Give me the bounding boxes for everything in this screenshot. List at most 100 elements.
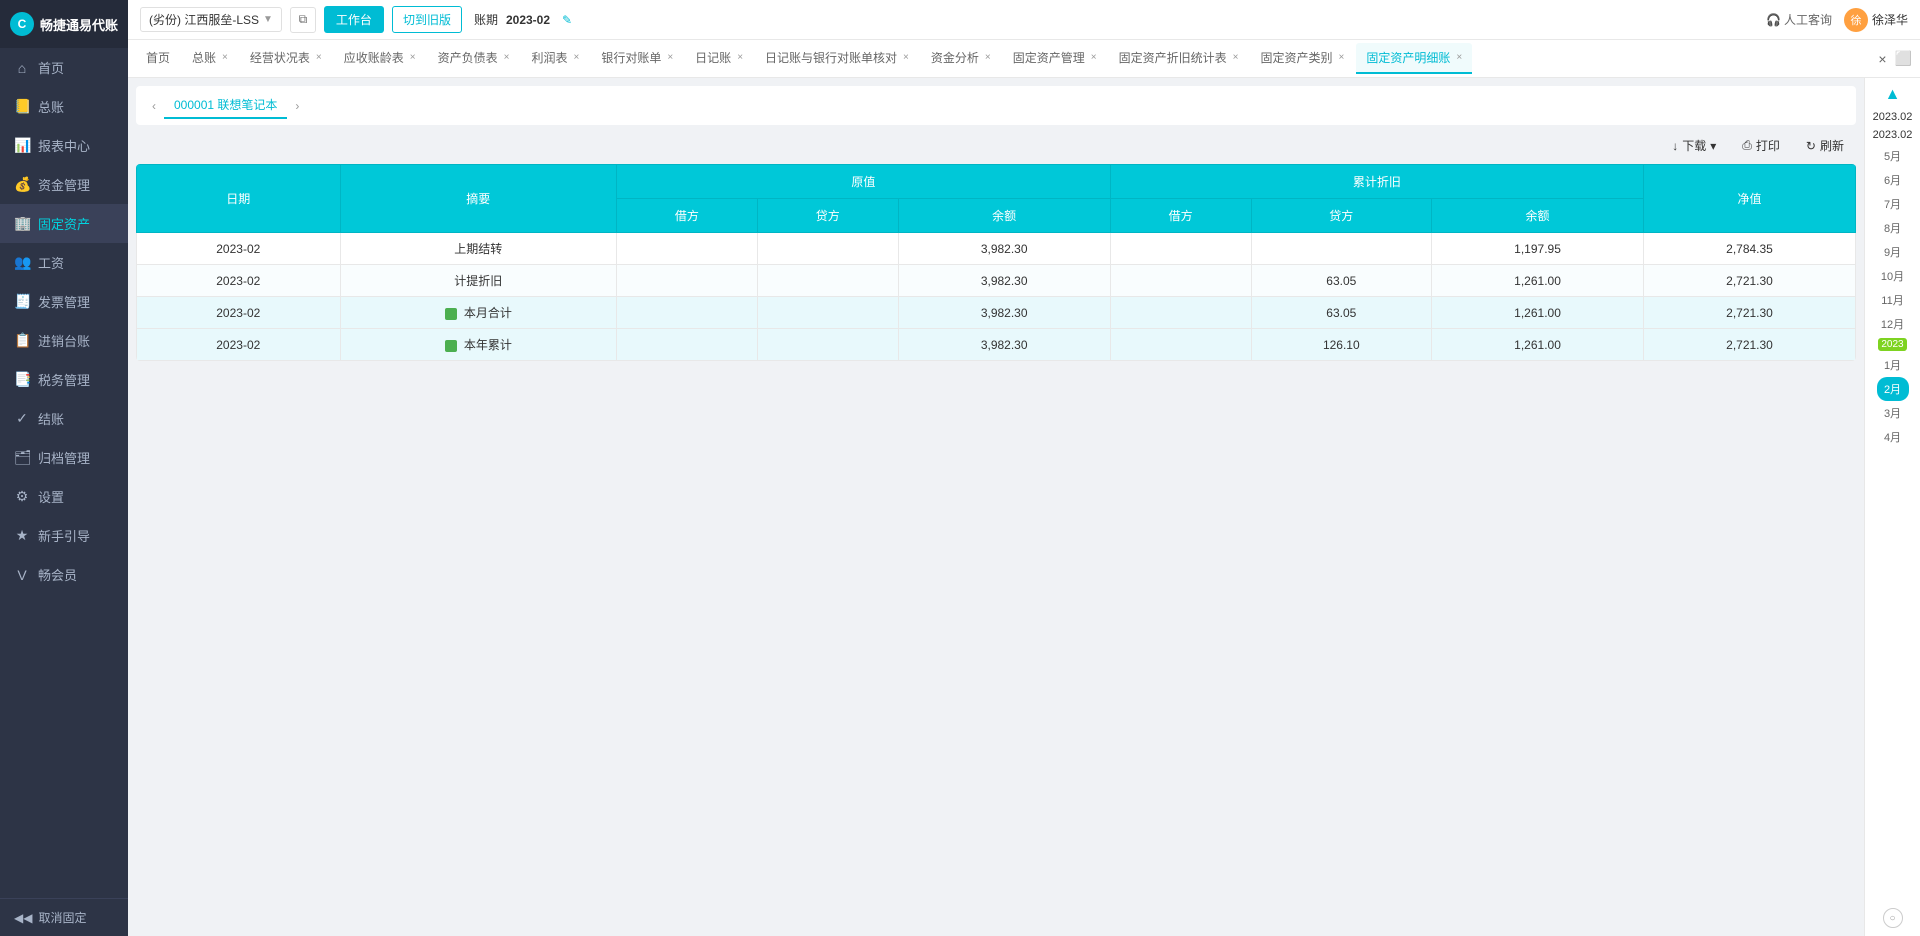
archive-icon: 🗂 xyxy=(14,449,30,466)
tab-close-icon[interactable]: × xyxy=(737,52,743,63)
tab-fixed-category[interactable]: 固定资产类别 × xyxy=(1250,43,1354,74)
col-dep-debit: 借方 xyxy=(1110,199,1251,233)
period-edit-icon[interactable]: ✎ xyxy=(562,13,572,27)
close-period-icon: ✓ xyxy=(14,410,30,427)
tab-receivable[interactable]: 应收账龄表 × xyxy=(334,43,426,74)
tab-close-icon[interactable]: × xyxy=(667,52,673,63)
col-date: 日期 xyxy=(137,165,341,233)
sub-tab-label: 000001 联想笔记本 xyxy=(174,98,277,112)
col-net-value: 净值 xyxy=(1644,165,1856,233)
sidebar-item-salary[interactable]: 👥 工资 xyxy=(0,243,128,282)
month-5[interactable]: 5月 xyxy=(1865,144,1920,168)
tab-close-icon[interactable]: × xyxy=(573,52,579,63)
month-8[interactable]: 8月 xyxy=(1865,216,1920,240)
sidebar-item-fixed[interactable]: 🏢 固定资产 xyxy=(0,204,128,243)
month-9[interactable]: 9月 xyxy=(1865,240,1920,264)
cell-summary: 上期结转 xyxy=(340,233,616,265)
user-menu[interactable]: 徐 徐泽华 xyxy=(1844,8,1908,32)
sidebar-item-invoice[interactable]: 🧾 发票管理 xyxy=(0,282,128,321)
sidebar-item-purchase[interactable]: 📋 进销台账 xyxy=(0,321,128,360)
cell-orig-balance: 3,982.30 xyxy=(898,233,1110,265)
sidebar-item-tax[interactable]: 📑 税务管理 xyxy=(0,360,128,399)
tab-journal-reconcile[interactable]: 日记账与银行对账单核对 × xyxy=(755,43,919,74)
tab-bank-statement[interactable]: 银行对账单 × xyxy=(591,43,683,74)
print-button[interactable]: ⎙ 打印 xyxy=(1734,133,1788,158)
tab-home[interactable]: 首页 xyxy=(136,43,180,74)
sidebar-item-reports[interactable]: 📊 报表中心 xyxy=(0,126,128,165)
tab-label: 固定资产类别 xyxy=(1260,49,1332,66)
expand-tabs-button[interactable]: ⬜ xyxy=(1895,50,1912,67)
close-all-tabs-button[interactable]: × xyxy=(1878,51,1886,67)
tabs-actions: × ⬜ xyxy=(1878,50,1912,67)
scroll-up-button[interactable]: ▲ xyxy=(1881,82,1905,108)
table-row: 2023-02 本月合计 3,982.30 63.05 1,261.00 2,7… xyxy=(137,297,1856,329)
user-initial: 徐 xyxy=(1850,12,1861,28)
tab-label: 日记账与银行对账单核对 xyxy=(765,49,897,66)
next-arrow-icon[interactable]: › xyxy=(291,97,303,115)
tab-fund-analysis[interactable]: 资金分析 × xyxy=(921,43,1001,74)
cell-orig-balance: 3,982.30 xyxy=(898,329,1110,361)
workspace-button[interactable]: 工作台 xyxy=(324,6,384,33)
sub-tab-asset[interactable]: 000001 联想笔记本 xyxy=(164,92,287,119)
month-4[interactable]: 4月 xyxy=(1865,425,1920,449)
tab-close-icon[interactable]: × xyxy=(316,52,322,63)
tab-close-icon[interactable]: × xyxy=(1338,52,1344,63)
tab-operations[interactable]: 经营状况表 × xyxy=(240,43,332,74)
sidebar: C 畅捷通易代账 ⌂ 首页 📒 总账 📊 报表中心 💰 资金管理 🏢 固定资产 … xyxy=(0,0,128,936)
tab-journal[interactable]: 日记账 × xyxy=(685,43,753,74)
sub-header: ‹ 000001 联想笔记本 › xyxy=(136,86,1856,125)
sidebar-item-vip[interactable]: V 畅会员 xyxy=(0,555,128,594)
tab-balance[interactable]: 资产负债表 × xyxy=(428,43,520,74)
month-12[interactable]: 12月 xyxy=(1865,312,1920,336)
tab-close-icon[interactable]: × xyxy=(222,52,228,63)
content-main: ‹ 000001 联想笔记本 › ↓ 下载 ▾ ⎙ 打印 ↻ xyxy=(128,78,1864,936)
tab-close-icon[interactable]: × xyxy=(1233,52,1239,63)
sidebar-item-home[interactable]: ⌂ 首页 xyxy=(0,48,128,87)
company-selector[interactable]: (劣份) 江西服垒-LSS ▼ xyxy=(140,7,282,32)
tab-profit[interactable]: 利润表 × xyxy=(521,43,589,74)
tab-fixed-mgmt[interactable]: 固定资产管理 × xyxy=(1003,43,1107,74)
prev-arrow-icon[interactable]: ‹ xyxy=(148,97,160,115)
tab-fixed-depreciation[interactable]: 固定资产折旧统计表 × xyxy=(1109,43,1249,74)
switch-version-button[interactable]: 切到旧版 xyxy=(392,6,462,33)
dropdown-arrow-icon: ▼ xyxy=(263,14,273,25)
sidebar-item-label: 归档管理 xyxy=(38,448,90,467)
funds-icon: 💰 xyxy=(14,176,30,193)
sidebar-item-archive[interactable]: 🗂 归档管理 xyxy=(0,438,128,477)
fixed-icon: 🏢 xyxy=(14,215,30,232)
month-11[interactable]: 11月 xyxy=(1865,288,1920,312)
sidebar-item-close[interactable]: ✓ 结账 xyxy=(0,399,128,438)
expand-circle-button[interactable]: ○ xyxy=(1883,908,1903,928)
sidebar-item-guide[interactable]: ★ 新手引导 xyxy=(0,516,128,555)
tab-close-icon[interactable]: × xyxy=(985,52,991,63)
unpin-button[interactable]: ◀◀ 取消固定 xyxy=(0,898,128,936)
vip-icon: V xyxy=(14,567,30,583)
company-name: (劣份) 江西服垒-LSS xyxy=(149,11,259,28)
refresh-button[interactable]: ↻ 刷新 xyxy=(1798,133,1852,158)
cell-date: 2023-02 xyxy=(137,297,341,329)
col-summary: 摘要 xyxy=(340,165,616,233)
month-10[interactable]: 10月 xyxy=(1865,264,1920,288)
tab-close-icon[interactable]: × xyxy=(1456,52,1462,63)
download-button[interactable]: ↓ 下载 ▾ xyxy=(1664,133,1724,158)
month-1[interactable]: 1月 xyxy=(1865,353,1920,377)
tab-close-icon[interactable]: × xyxy=(410,52,416,63)
month-7[interactable]: 7月 xyxy=(1865,192,1920,216)
download-arrow-icon: ▾ xyxy=(1710,139,1716,153)
sidebar-item-settings[interactable]: ⚙ 设置 xyxy=(0,477,128,516)
copy-button[interactable]: ⧉ xyxy=(290,7,316,33)
sidebar-item-label: 结账 xyxy=(38,409,64,428)
tab-ledger[interactable]: 总账 × xyxy=(182,43,238,74)
month-3[interactable]: 3月 xyxy=(1865,401,1920,425)
top-header: (劣份) 江西服垒-LSS ▼ ⧉ 工作台 切到旧版 账期 2023-02 ✎ … xyxy=(128,0,1920,40)
sidebar-item-funds[interactable]: 💰 资金管理 xyxy=(0,165,128,204)
month-6[interactable]: 6月 xyxy=(1865,168,1920,192)
sidebar-item-label: 发票管理 xyxy=(38,292,90,311)
month-2-active[interactable]: 2月 xyxy=(1877,377,1909,401)
tab-close-icon[interactable]: × xyxy=(1091,52,1097,63)
tab-close-icon[interactable]: × xyxy=(903,52,909,63)
tab-fixed-detail[interactable]: 固定资产明细账 × xyxy=(1356,43,1472,74)
tab-close-icon[interactable]: × xyxy=(504,52,510,63)
service-button[interactable]: 🎧 人工客询 xyxy=(1766,11,1832,28)
sidebar-item-ledger[interactable]: 📒 总账 xyxy=(0,87,128,126)
